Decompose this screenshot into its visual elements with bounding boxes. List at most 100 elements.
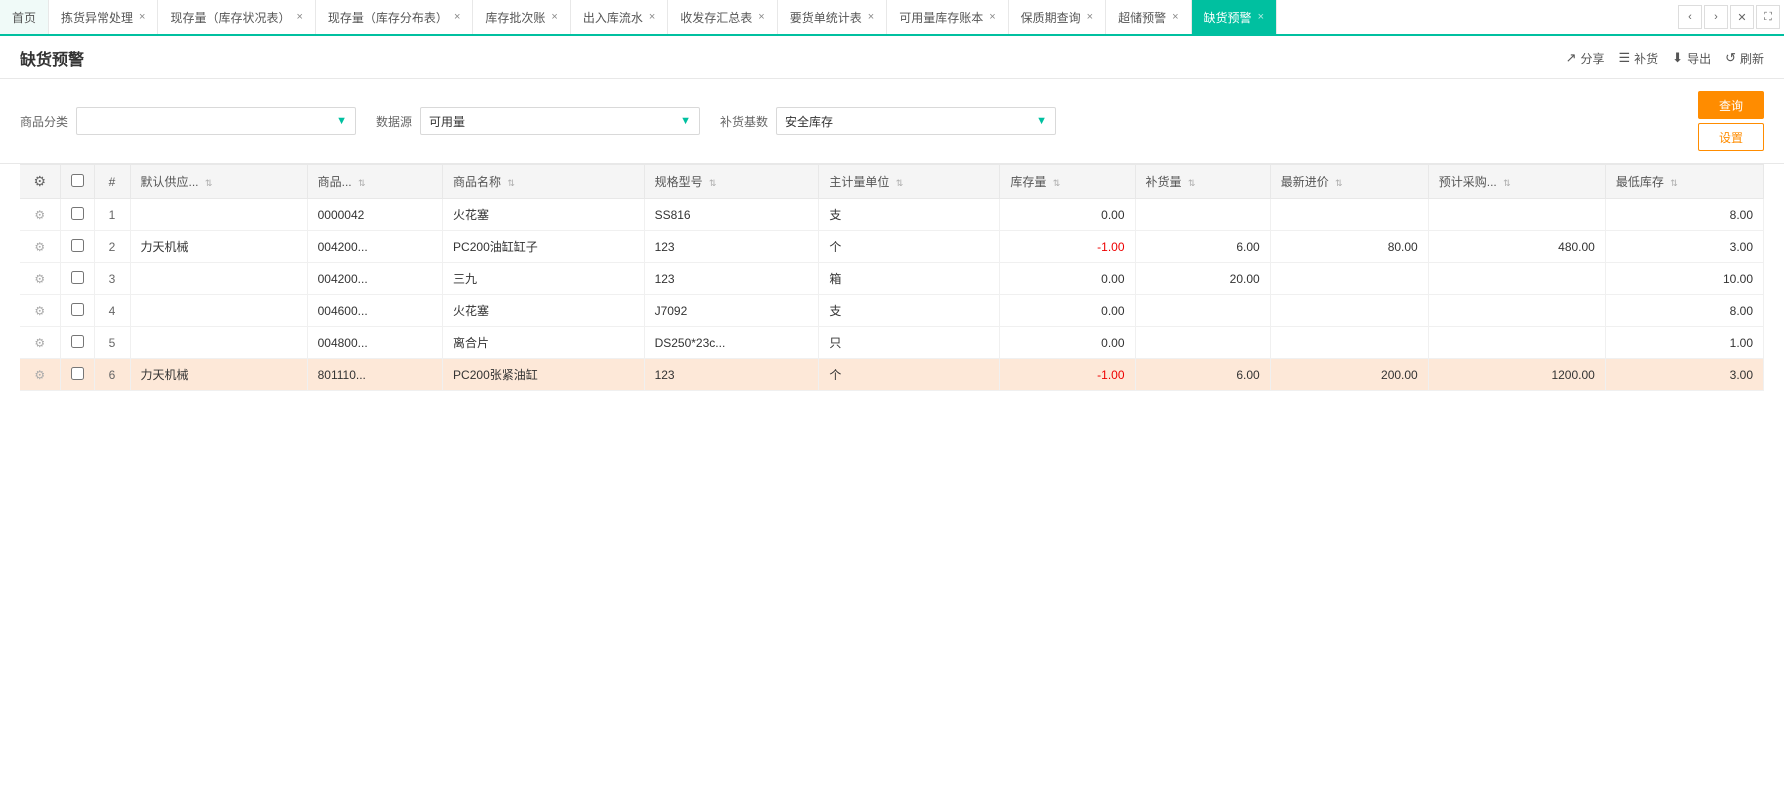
row-checkbox[interactable] xyxy=(71,335,84,348)
th-stock[interactable]: 库存量 ⇅ xyxy=(1000,165,1135,199)
row-latest-price xyxy=(1270,199,1428,231)
tab-home[interactable]: 首页 xyxy=(0,0,49,34)
tab-label: 收发存汇总表 xyxy=(680,9,752,26)
tab-close-all[interactable]: ✕ xyxy=(1730,5,1754,29)
row-supplier xyxy=(130,199,307,231)
datasource-label: 数据源 xyxy=(376,113,412,130)
tab-flow[interactable]: 出入库流水 × xyxy=(571,0,668,34)
row-checkbox[interactable] xyxy=(71,367,84,380)
row-checkbox[interactable] xyxy=(71,207,84,220)
settings-icon[interactable]: ⚙ xyxy=(33,173,46,189)
tab-scroll-right[interactable]: › xyxy=(1704,5,1728,29)
tab-expand[interactable]: ⛶ xyxy=(1756,5,1780,29)
table-row: ⚙ 4 004600... 火花塞 J7092 支 0.00 8.00 xyxy=(20,295,1764,327)
row-name: 火花塞 xyxy=(443,295,645,327)
th-est-purchase[interactable]: 预计采购... ⇅ xyxy=(1428,165,1605,199)
row-gear[interactable]: ⚙ xyxy=(20,327,60,359)
row-checkbox[interactable] xyxy=(71,239,84,252)
refresh-icon: ↺ xyxy=(1725,50,1736,66)
row-spec: SS816 xyxy=(644,199,819,231)
th-replenish[interactable]: 补货量 ⇅ xyxy=(1135,165,1270,199)
export-button[interactable]: ⬇ 导出 xyxy=(1672,50,1711,67)
tab-summary[interactable]: 收发存汇总表 × xyxy=(668,0,777,34)
th-code[interactable]: 商品... ⇅ xyxy=(307,165,442,199)
tab-close-expiry[interactable]: × xyxy=(1087,11,1093,23)
tab-label: 现存量（库存分布表） xyxy=(328,9,448,26)
tab-shortage[interactable]: 缺货预警 × xyxy=(1192,0,1277,34)
replenish-button[interactable]: ☰ 补货 xyxy=(1618,50,1658,67)
row-gear-icon: ⚙ xyxy=(34,336,45,350)
filter-datasource-group: 数据源 可用量 ▼ xyxy=(376,107,700,135)
row-checkbox-cell[interactable] xyxy=(60,263,94,295)
category-select[interactable]: ▼ xyxy=(76,107,356,135)
th-supplier[interactable]: 默认供应... ⇅ xyxy=(130,165,307,199)
tab-close-picking[interactable]: × xyxy=(139,11,145,23)
refresh-button[interactable]: ↺ 刷新 xyxy=(1725,50,1764,67)
row-gear[interactable]: ⚙ xyxy=(20,295,60,327)
replenish-arrow-icon: ▼ xyxy=(1036,115,1047,127)
tab-close-batch[interactable]: × xyxy=(551,11,557,23)
tab-close-overstock[interactable]: × xyxy=(1172,11,1178,23)
row-checkbox[interactable] xyxy=(71,303,84,316)
table-body: ⚙ 1 0000042 火花塞 SS816 支 0.00 8.00 ⚙ 2 xyxy=(20,199,1764,391)
replenish-value: 安全库存 xyxy=(785,113,833,130)
tab-available[interactable]: 可用量库存账本 × xyxy=(887,0,1008,34)
row-replenish xyxy=(1135,327,1270,359)
row-unit: 只 xyxy=(819,327,1000,359)
tab-close-flow[interactable]: × xyxy=(649,11,655,23)
replenish-select[interactable]: 安全库存 ▼ xyxy=(776,107,1056,135)
settings-button[interactable]: 设置 xyxy=(1698,123,1764,151)
tab-picking[interactable]: 拣货异常处理 × xyxy=(49,0,158,34)
row-latest-price: 200.00 xyxy=(1270,359,1428,391)
tab-expiry[interactable]: 保质期查询 × xyxy=(1009,0,1106,34)
th-unit[interactable]: 主计量单位 ⇅ xyxy=(819,165,1000,199)
th-spec[interactable]: 规格型号 ⇅ xyxy=(644,165,819,199)
row-gear[interactable]: ⚙ xyxy=(20,199,60,231)
row-checkbox-cell[interactable] xyxy=(60,199,94,231)
tab-close-available[interactable]: × xyxy=(989,11,995,23)
unit-sort-icon: ⇅ xyxy=(896,178,904,188)
replenish-sort-icon: ⇅ xyxy=(1188,178,1196,188)
table-row: ⚙ 3 004200... 三九 123 箱 0.00 20.00 10.00 xyxy=(20,263,1764,295)
row-checkbox[interactable] xyxy=(71,271,84,284)
tab-close-stock-status[interactable]: × xyxy=(296,11,302,23)
row-spec: 123 xyxy=(644,263,819,295)
row-est-purchase xyxy=(1428,263,1605,295)
tab-close-summary[interactable]: × xyxy=(758,11,764,23)
tab-label: 现存量（库存状况表） xyxy=(170,9,290,26)
tab-stock-status[interactable]: 现存量（库存状况表） × xyxy=(158,0,315,34)
row-checkbox-cell[interactable] xyxy=(60,359,94,391)
tab-close-shortage[interactable]: × xyxy=(1258,11,1264,23)
row-checkbox-cell[interactable] xyxy=(60,295,94,327)
row-code: 801110... xyxy=(307,359,442,391)
row-checkbox-cell[interactable] xyxy=(60,327,94,359)
tab-stock-dist[interactable]: 现存量（库存分布表） × xyxy=(316,0,473,34)
datasource-select[interactable]: 可用量 ▼ xyxy=(420,107,700,135)
tab-scroll-left[interactable]: ‹ xyxy=(1678,5,1702,29)
tab-requisition[interactable]: 要货单统计表 × xyxy=(778,0,887,34)
row-gear[interactable]: ⚙ xyxy=(20,263,60,295)
row-stock: -1.00 xyxy=(1000,359,1135,391)
header-actions: ↗ 分享 ☰ 补货 ⬇ 导出 ↺ 刷新 xyxy=(1566,50,1764,67)
tab-overstock[interactable]: 超储预警 × xyxy=(1106,0,1191,34)
share-button[interactable]: ↗ 分享 xyxy=(1566,50,1605,67)
row-gear[interactable]: ⚙ xyxy=(20,231,60,263)
th-min-stock[interactable]: 最低库存 ⇅ xyxy=(1605,165,1763,199)
table-header-row: ⚙ # 默认供应... ⇅ 商品... ⇅ 商品名称 xyxy=(20,165,1764,199)
row-gear[interactable]: ⚙ xyxy=(20,359,60,391)
row-supplier xyxy=(130,295,307,327)
row-name: 火花塞 xyxy=(443,199,645,231)
query-button[interactable]: 查询 xyxy=(1698,91,1764,119)
th-gear[interactable]: ⚙ xyxy=(20,165,60,199)
tab-close-requisition[interactable]: × xyxy=(868,11,874,23)
th-name[interactable]: 商品名称 ⇅ xyxy=(443,165,645,199)
row-gear-icon: ⚙ xyxy=(34,304,45,318)
tab-batch[interactable]: 库存批次账 × xyxy=(473,0,570,34)
row-checkbox-cell[interactable] xyxy=(60,231,94,263)
row-name: PC200油缸缸子 xyxy=(443,231,645,263)
th-checkbox[interactable] xyxy=(60,165,94,199)
select-all-checkbox[interactable] xyxy=(71,174,84,187)
tab-close-stock-dist[interactable]: × xyxy=(454,11,460,23)
th-latest-price[interactable]: 最新进价 ⇅ xyxy=(1270,165,1428,199)
datasource-value: 可用量 xyxy=(429,113,465,130)
